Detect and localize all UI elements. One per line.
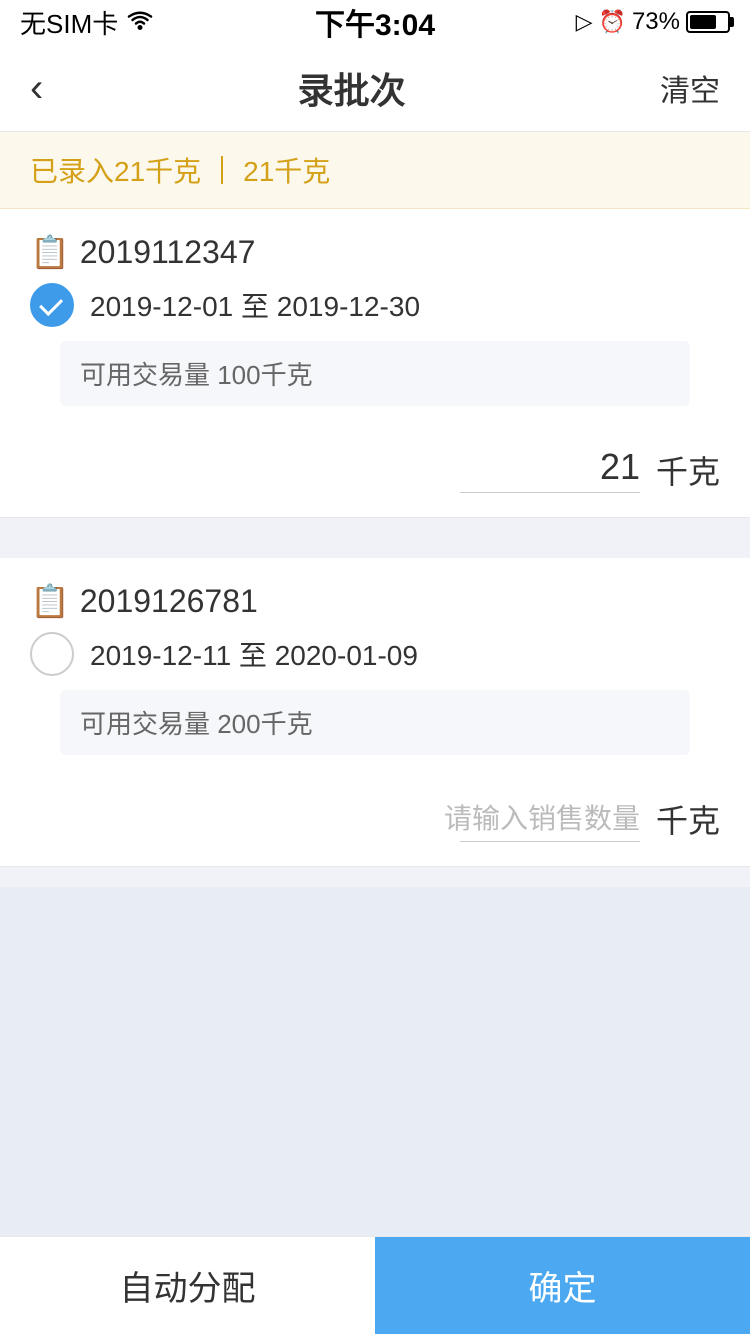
- status-bar: 无SIM卡 下午3:04 ▷ ⏰ 73%: [0, 0, 750, 44]
- qty-input-2[interactable]: [440, 795, 640, 837]
- battery-icon: [686, 11, 730, 33]
- location-icon: ▷: [576, 9, 593, 35]
- carrier-text: 无SIM卡: [20, 4, 118, 41]
- summary-banner: 已录入21千克 21千克: [0, 132, 750, 209]
- batch-card-2: 📋 2019126781 2019-12-11 至 2020-01-09 可用交…: [0, 558, 750, 867]
- status-left: 无SIM卡: [20, 4, 154, 41]
- batch-date-row-2[interactable]: 2019-12-11 至 2020-01-09: [30, 632, 720, 676]
- available-qty-text-2: 可用交易量 200千克: [80, 709, 313, 739]
- qty-row-1: 千克: [0, 426, 750, 518]
- alarm-icon: ⏰: [599, 9, 626, 35]
- batch-radio-2[interactable]: [30, 632, 74, 676]
- battery-percent: 73%: [632, 8, 680, 36]
- batch-id-2: 2019126781: [80, 583, 258, 620]
- status-time: 下午3:04: [315, 0, 435, 44]
- auto-distribute-button[interactable]: 自动分配: [0, 1237, 375, 1334]
- available-qty-row-1: 可用交易量 100千克: [30, 341, 720, 426]
- batch-radio-1[interactable]: [30, 283, 74, 327]
- back-button[interactable]: ‹: [30, 68, 43, 108]
- page-title: 录批次: [298, 62, 406, 114]
- nav-bar: ‹ 录批次 清空: [0, 44, 750, 132]
- batch-date-2: 2019-12-11 至 2020-01-09: [90, 634, 418, 674]
- batch-card-1: 📋 2019112347 2019-12-01 至 2019-12-30 可用交…: [0, 209, 750, 518]
- clear-button[interactable]: 清空: [660, 66, 720, 110]
- wifi-icon: [126, 7, 154, 38]
- batch-icon-1: 📋: [30, 233, 70, 271]
- qty-input-1[interactable]: [440, 446, 640, 488]
- batch-date-1: 2019-12-01 至 2019-12-30: [90, 285, 420, 325]
- batch-id-row-2: 📋 2019126781: [30, 582, 720, 620]
- bottom-bar: 自动分配 确定: [0, 1236, 750, 1334]
- batch-date-row-1[interactable]: 2019-12-01 至 2019-12-30: [30, 283, 720, 327]
- available-qty-row-2: 可用交易量 200千克: [30, 690, 720, 775]
- qty-unit-2: 千克: [656, 796, 720, 842]
- summary-value: 21千克: [243, 150, 330, 190]
- available-qty-text-1: 可用交易量 100千克: [80, 360, 313, 390]
- summary-label: 已录入21千克: [30, 150, 201, 190]
- summary-divider: [221, 156, 223, 184]
- confirm-button[interactable]: 确定: [375, 1237, 750, 1334]
- card-separator: [0, 538, 750, 558]
- batch-icon-2: 📋: [30, 582, 70, 620]
- qty-unit-1: 千克: [656, 447, 720, 493]
- batch-id-1: 2019112347: [80, 234, 256, 271]
- batch-id-row-1: 📋 2019112347: [30, 233, 720, 271]
- qty-row-2: 千克: [0, 775, 750, 867]
- status-right: ▷ ⏰ 73%: [576, 8, 730, 36]
